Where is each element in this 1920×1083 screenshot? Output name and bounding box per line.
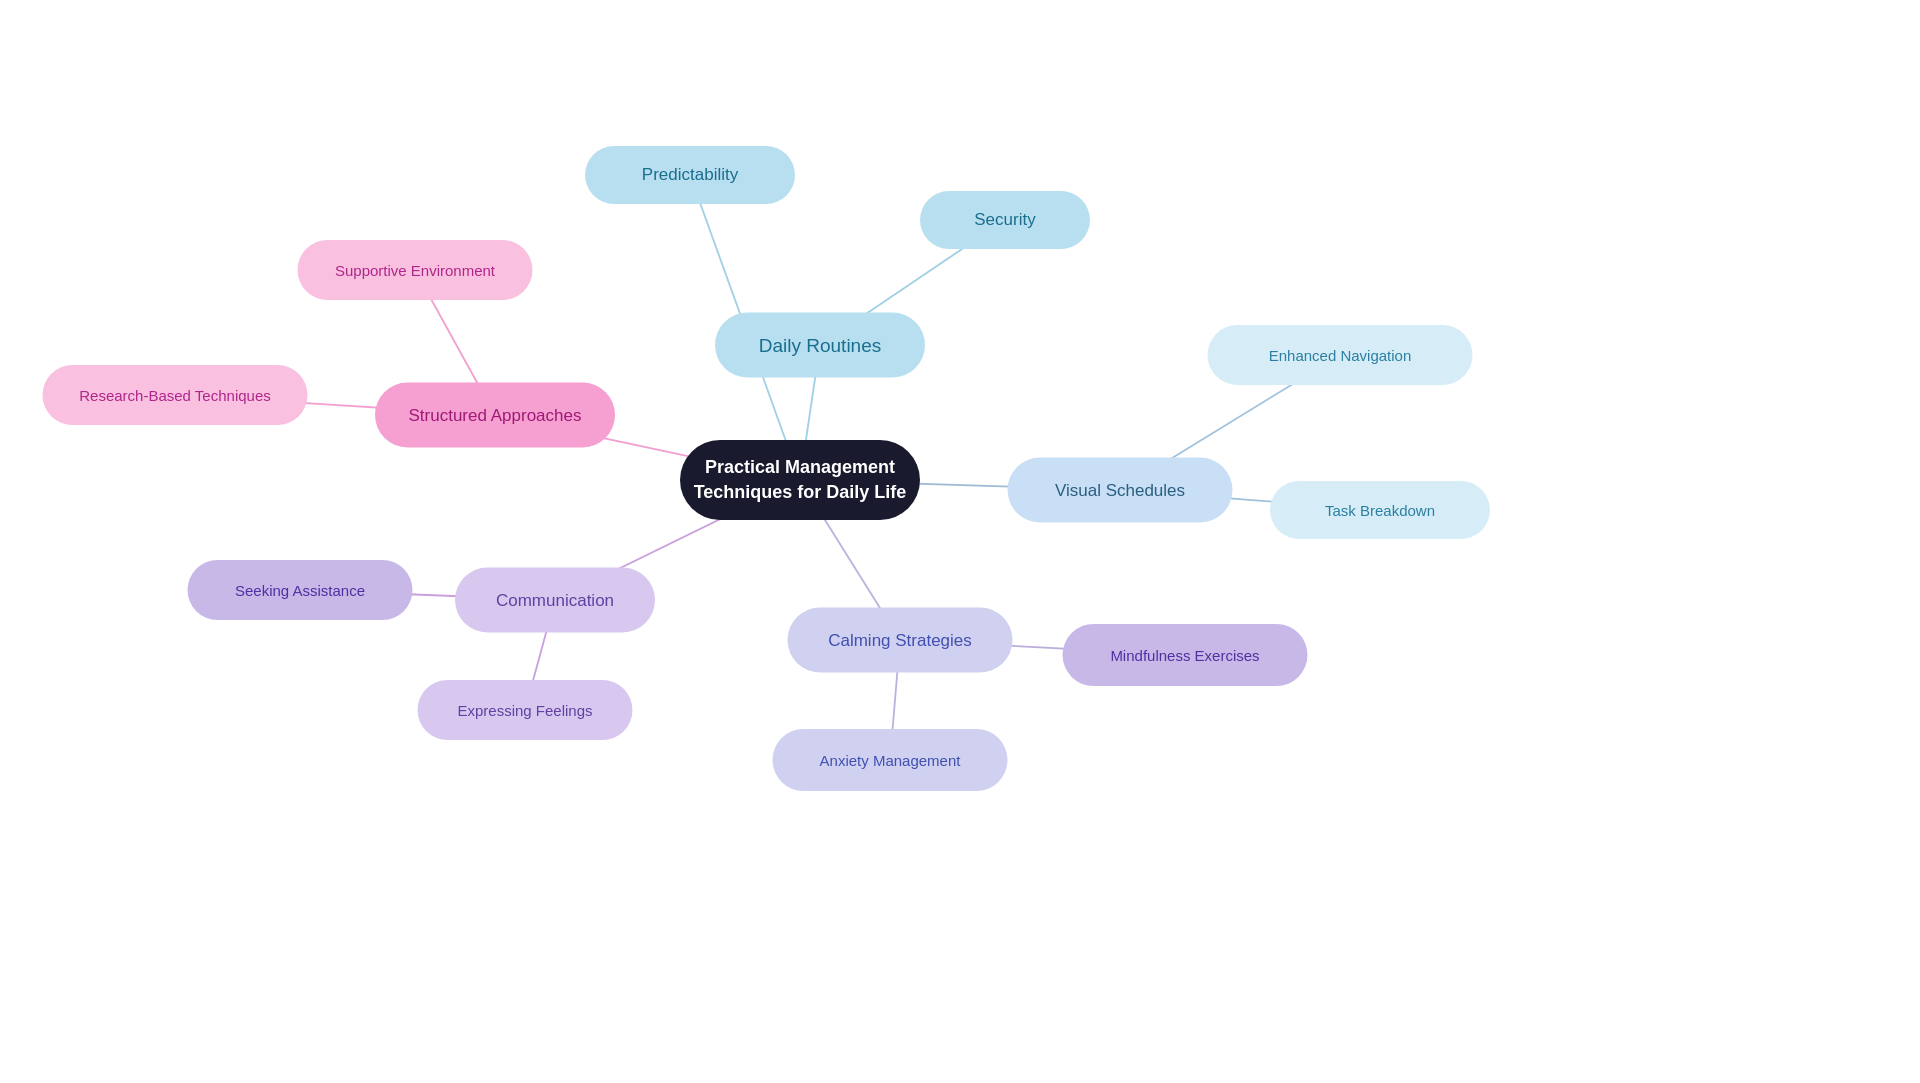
structured-approaches-label: Structured Approaches [409, 405, 582, 425]
structured-approaches-node[interactable]: Structured Approaches [375, 383, 615, 448]
visual-schedules-label: Visual Schedules [1055, 480, 1185, 500]
security-node[interactable]: Security [920, 191, 1090, 249]
connections-svg [0, 0, 1920, 1083]
center-label: Practical Management Techniques for Dail… [694, 455, 907, 505]
daily-routines-label: Daily Routines [759, 334, 882, 356]
supportive-environment-node[interactable]: Supportive Environment [298, 240, 533, 300]
communication-node[interactable]: Communication [455, 568, 655, 633]
daily-routines-node[interactable]: Daily Routines [715, 313, 925, 378]
mindfulness-exercises-node[interactable]: Mindfulness Exercises [1063, 624, 1308, 686]
anxiety-management-node[interactable]: Anxiety Management [773, 729, 1008, 791]
research-based-techniques-node[interactable]: Research-Based Techniques [43, 365, 308, 425]
mind-map-container: Practical Management Techniques for Dail… [0, 0, 1920, 1083]
task-breakdown-label: Task Breakdown [1325, 502, 1435, 519]
enhanced-navigation-label: Enhanced Navigation [1269, 347, 1412, 364]
research-based-label: Research-Based Techniques [79, 387, 271, 404]
security-label: Security [974, 210, 1035, 230]
communication-label: Communication [496, 590, 614, 610]
task-breakdown-node[interactable]: Task Breakdown [1270, 481, 1490, 539]
calming-strategies-node[interactable]: Calming Strategies [788, 608, 1013, 673]
seeking-assistance-label: Seeking Assistance [235, 582, 365, 599]
expressing-feelings-node[interactable]: Expressing Feelings [418, 680, 633, 740]
predictability-node[interactable]: Predictability [585, 146, 795, 204]
expressing-feelings-label: Expressing Feelings [457, 702, 592, 719]
calming-strategies-label: Calming Strategies [828, 630, 972, 650]
supportive-environment-label: Supportive Environment [335, 262, 495, 279]
enhanced-navigation-node[interactable]: Enhanced Navigation [1208, 325, 1473, 385]
center-node[interactable]: Practical Management Techniques for Dail… [680, 440, 920, 520]
visual-schedules-node[interactable]: Visual Schedules [1008, 458, 1233, 523]
mindfulness-label: Mindfulness Exercises [1110, 647, 1259, 664]
anxiety-label: Anxiety Management [820, 752, 961, 769]
seeking-assistance-node[interactable]: Seeking Assistance [188, 560, 413, 620]
predictability-label: Predictability [642, 165, 738, 185]
